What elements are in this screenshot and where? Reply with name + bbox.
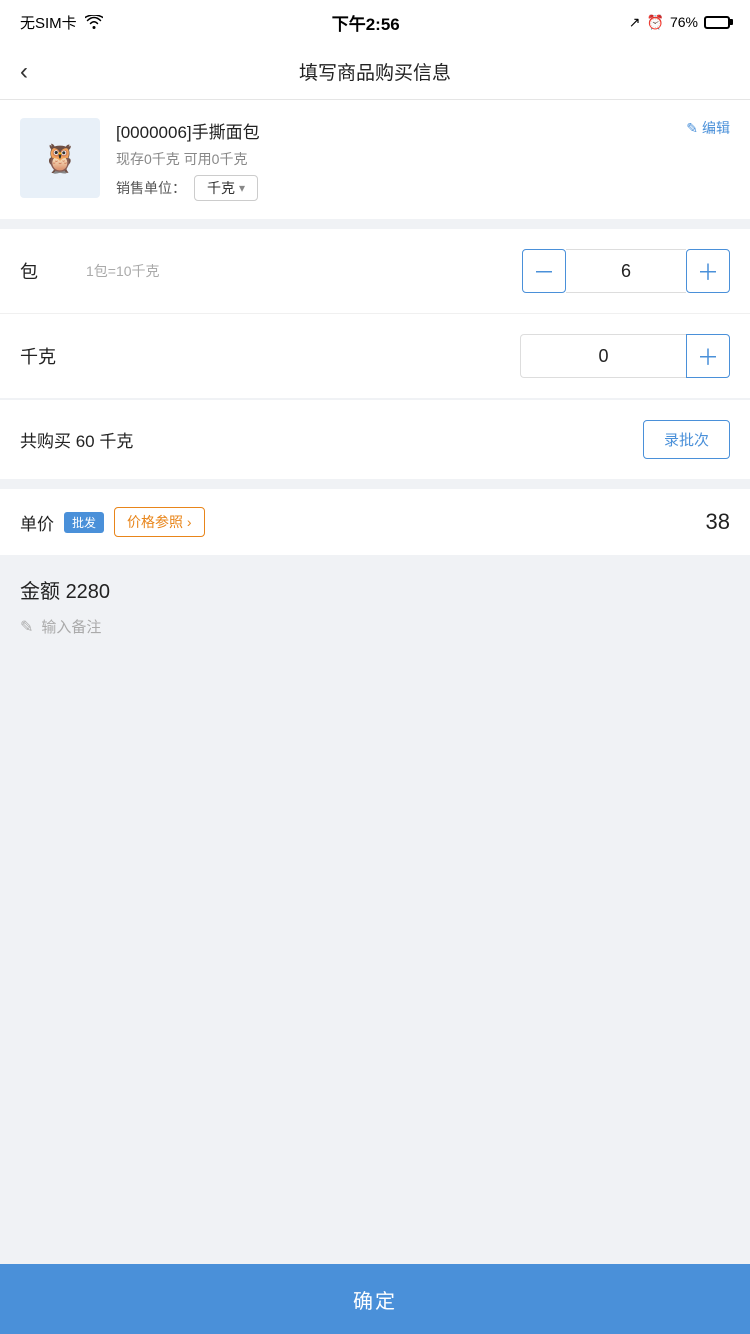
amount-label: 金额	[20, 581, 60, 603]
price-section: 单价 批发 价格参照 › 38	[0, 489, 750, 555]
price-tag: 批发	[64, 512, 104, 533]
bag-qty-controls: － ＋	[522, 249, 730, 293]
bag-quantity-section: 包 1包=10千克 － ＋ 千克 ＋	[0, 229, 750, 398]
product-stock: 现存0千克 可用0千克	[116, 149, 670, 169]
bag-quantity-input[interactable]	[566, 249, 686, 293]
status-bar: 无SIM卡 下午2:56 ↗ ⏰ 76%	[0, 0, 750, 44]
bag-sublabel: 1包=10千克	[86, 261, 160, 281]
product-thumbnail: 🦉	[20, 118, 100, 198]
location-icon: ↗	[629, 14, 641, 31]
note-row[interactable]: ✎ 输入备注	[20, 616, 730, 637]
summary-section: 共购买 60 千克 录批次	[0, 400, 750, 479]
note-placeholder: 输入备注	[41, 616, 101, 637]
carrier-label: 无SIM卡	[20, 12, 77, 33]
back-button[interactable]: ‹	[20, 58, 60, 86]
summary-text: 共购买 60 千克	[20, 427, 133, 452]
battery-icon	[704, 16, 730, 29]
amount-value: 2280	[66, 581, 111, 603]
bag-quantity-row: 包 1包=10千克 － ＋	[0, 229, 750, 314]
price-ref-button[interactable]: 价格参照 ›	[114, 507, 205, 537]
product-logo-icon: 🦉	[43, 142, 78, 175]
bag-minus-button[interactable]: －	[522, 249, 566, 293]
alarm-icon: ⏰	[647, 14, 664, 31]
wifi-icon	[85, 15, 103, 29]
kg-label: 千克	[20, 343, 80, 369]
bag-label: 包	[20, 258, 80, 284]
status-time: 下午2:56	[332, 10, 400, 35]
unit-selector[interactable]: 千克 ▾	[194, 175, 258, 201]
price-label: 单价	[20, 510, 54, 535]
battery-percent: 76%	[670, 14, 698, 30]
unit-value: 千克	[207, 178, 235, 198]
status-right: ↗ ⏰ 76%	[629, 14, 730, 31]
price-value: 38	[706, 509, 730, 535]
chevron-down-icon: ▾	[239, 181, 245, 195]
batch-button[interactable]: 录批次	[643, 420, 730, 459]
edit-button[interactable]: ✎ 编辑	[686, 118, 730, 138]
nav-bar: ‹ 填写商品购买信息	[0, 44, 750, 100]
kg-quantity-input[interactable]	[520, 334, 686, 378]
amount-row: 金额 2280	[20, 575, 730, 604]
kg-qty-controls: ＋	[520, 334, 730, 378]
confirm-button[interactable]: 确定	[0, 1264, 750, 1334]
empty-area	[0, 647, 750, 927]
product-details: [0000006]手撕面包 现存0千克 可用0千克 销售单位： 千克 ▾	[116, 118, 670, 201]
page-title: 填写商品购买信息	[299, 58, 451, 85]
bag-plus-button[interactable]: ＋	[686, 249, 730, 293]
unit-label: 销售单位：	[116, 178, 186, 198]
product-unit-row: 销售单位： 千克 ▾	[116, 175, 670, 201]
kg-quantity-row: 千克 ＋	[0, 314, 750, 398]
kg-plus-button[interactable]: ＋	[686, 334, 730, 378]
product-name: [0000006]手撕面包	[116, 118, 670, 143]
pencil-icon: ✎	[20, 617, 33, 637]
amount-section: 金额 2280 ✎ 输入备注	[0, 557, 750, 647]
product-info-section: 🦉 [0000006]手撕面包 现存0千克 可用0千克 销售单位： 千克 ▾ ✎…	[0, 100, 750, 219]
status-left: 无SIM卡	[20, 12, 103, 33]
edit-icon: ✎	[686, 120, 698, 137]
